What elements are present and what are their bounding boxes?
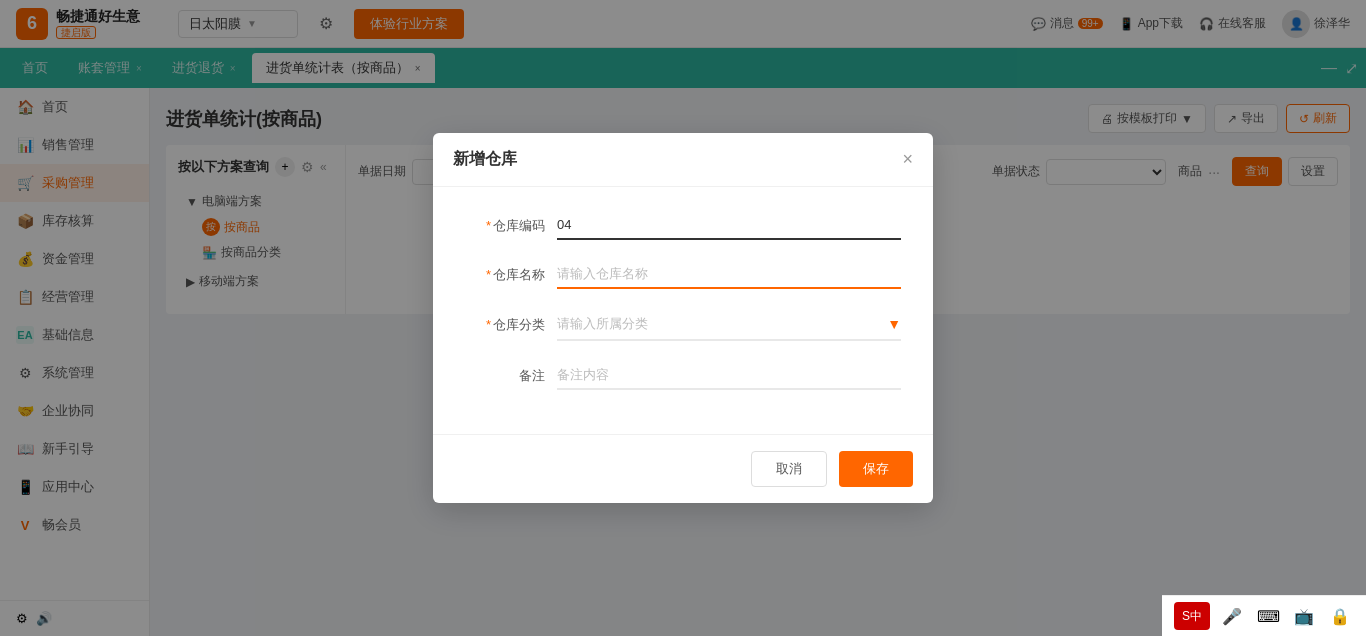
dropdown-arrow-icon: ▼ bbox=[887, 316, 901, 332]
modal-header: 新增仓库 × bbox=[433, 133, 933, 187]
lock-icon[interactable]: 🔒 bbox=[1326, 602, 1354, 630]
required-star-code: * bbox=[486, 218, 491, 233]
warehouse-code-input[interactable] bbox=[557, 211, 901, 240]
form-group-remark: 备注 bbox=[465, 361, 901, 390]
save-button[interactable]: 保存 bbox=[839, 451, 913, 487]
warehouse-remark-input[interactable] bbox=[557, 361, 901, 390]
field-name-label: *仓库名称 bbox=[465, 266, 545, 284]
modal-title: 新增仓库 bbox=[453, 149, 517, 170]
warehouse-category-select[interactable]: 请输入所属分类 ▼ bbox=[557, 309, 901, 341]
bottom-bar: S中 🎤 ⌨ 📺 🔒 bbox=[1162, 595, 1366, 636]
field-code-label: *仓库编码 bbox=[465, 217, 545, 235]
cancel-button[interactable]: 取消 bbox=[751, 451, 827, 487]
modal-close-button[interactable]: × bbox=[902, 149, 913, 170]
required-star-category: * bbox=[486, 317, 491, 332]
add-warehouse-modal: 新增仓库 × *仓库编码 *仓库名称 *仓库分类 bbox=[433, 133, 933, 503]
sougou-icon[interactable]: S中 bbox=[1174, 602, 1210, 630]
modal-overlay[interactable]: 新增仓库 × *仓库编码 *仓库名称 *仓库分类 bbox=[0, 0, 1366, 636]
keyboard-icon[interactable]: ⌨ bbox=[1254, 602, 1282, 630]
form-group-name: *仓库名称 bbox=[465, 260, 901, 289]
modal-body: *仓库编码 *仓库名称 *仓库分类 请输入所属分类 ▼ bbox=[433, 187, 933, 434]
field-category-label: *仓库分类 bbox=[465, 316, 545, 334]
required-star-name: * bbox=[486, 267, 491, 282]
modal-footer: 取消 保存 bbox=[433, 434, 933, 503]
display-icon[interactable]: 📺 bbox=[1290, 602, 1318, 630]
form-group-category: *仓库分类 请输入所属分类 ▼ bbox=[465, 309, 901, 341]
warehouse-category-placeholder: 请输入所属分类 bbox=[557, 315, 648, 333]
warehouse-name-input[interactable] bbox=[557, 260, 901, 289]
microphone-icon[interactable]: 🎤 bbox=[1218, 602, 1246, 630]
form-group-code: *仓库编码 bbox=[465, 211, 901, 240]
field-remark-label: 备注 bbox=[465, 367, 545, 385]
